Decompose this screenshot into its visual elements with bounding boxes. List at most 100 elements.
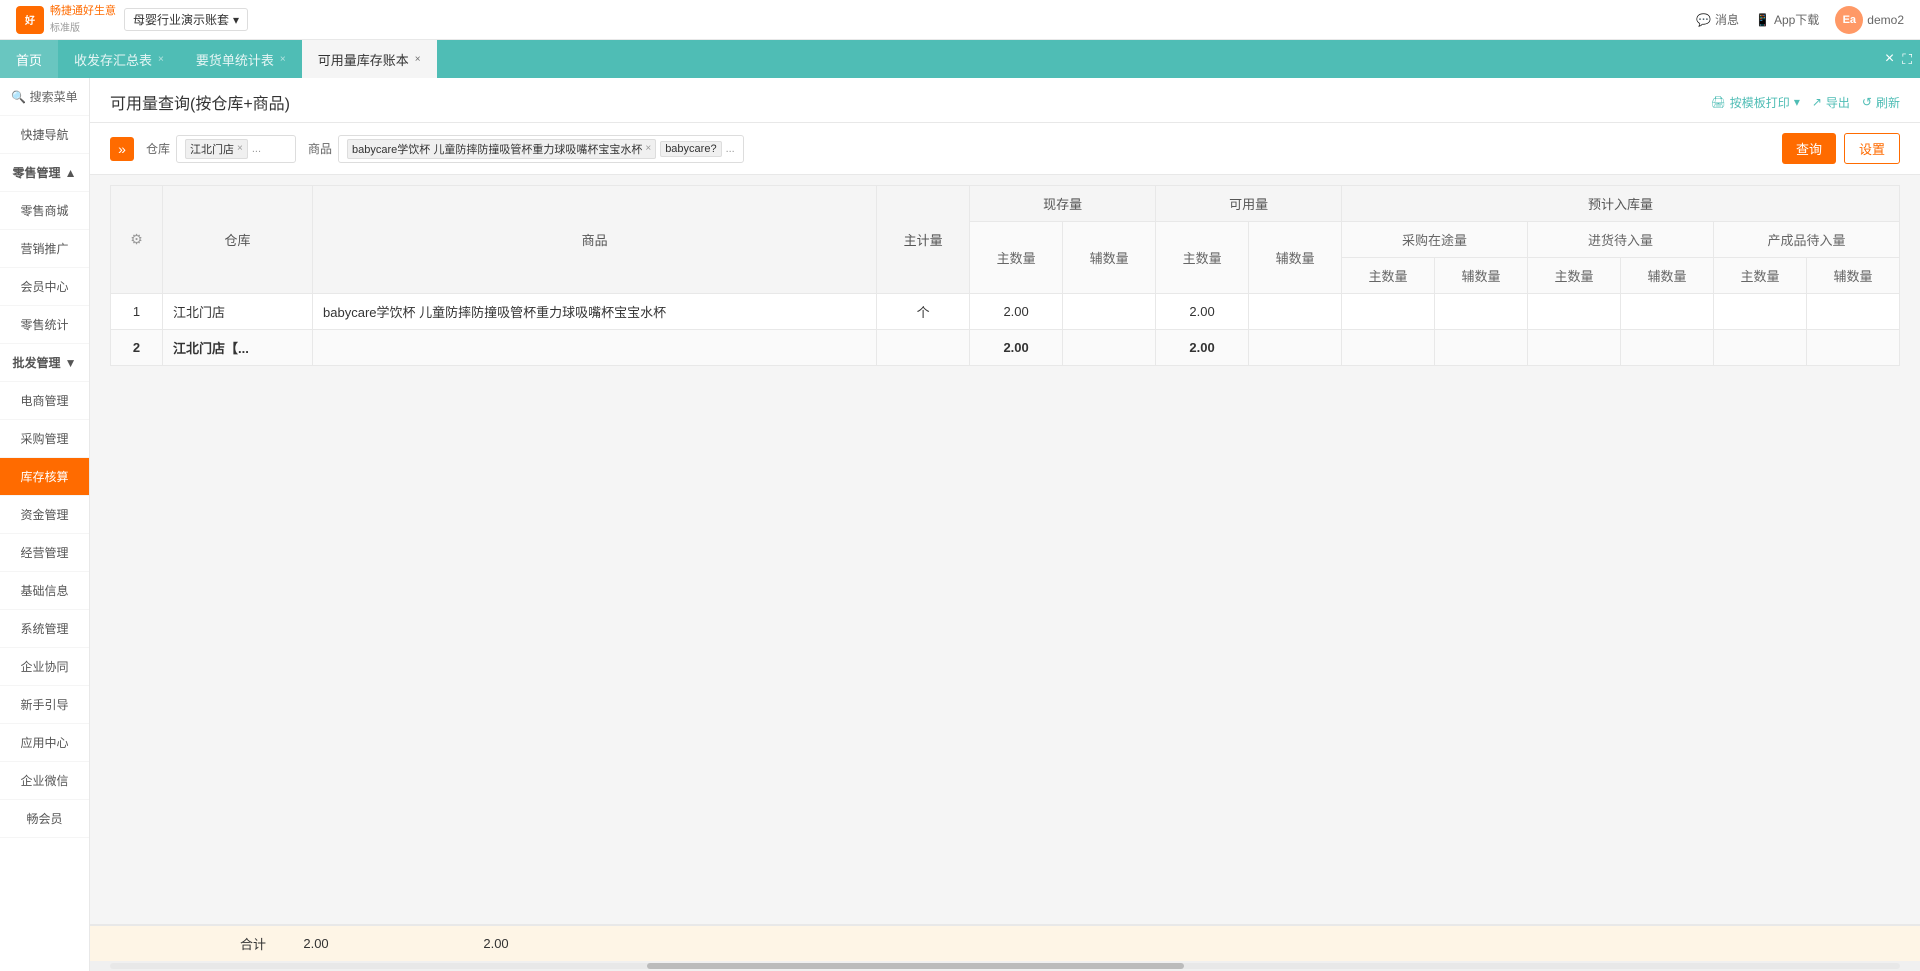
user-area[interactable]: Ea demo2 (1835, 6, 1904, 34)
col-production-main-header: 主数量 (1714, 258, 1807, 294)
filter-expand-btn[interactable]: » (110, 137, 134, 161)
query-btn[interactable]: 查询 (1782, 133, 1836, 164)
page-title: 可用量查询(按仓库+商品) (110, 90, 290, 114)
logo-icon: 好 (16, 6, 44, 34)
sidebar-item-member2[interactable]: 畅会员 (0, 800, 89, 838)
warehouse-tag-area[interactable]: 江北门店 × ... (176, 135, 296, 163)
col-available-main-header: 主数量 (1156, 222, 1249, 294)
gear-icon[interactable]: ⚙ (130, 231, 143, 247)
sidebar-item-inventory[interactable]: 库存核算 (0, 458, 89, 496)
chevron-icon: ▲ (65, 166, 77, 180)
marketing-label: 营销推广 (20, 242, 68, 256)
sidebar-item-wholesale-mgmt[interactable]: 批发管理 ▼ (0, 344, 89, 382)
row1-warehouse: 江北门店 (163, 294, 313, 330)
product-tag-1-remove[interactable]: × (645, 143, 651, 154)
sidebar-item-purchase[interactable]: 采购管理 (0, 420, 89, 458)
main-content: 可用量查询(按仓库+商品) 🖨 按模板打印 ▾ ↗ 导出 ↺ 刷新 (90, 78, 1920, 971)
tab-home[interactable]: 首页 (0, 40, 58, 78)
row1-production-aux (1806, 294, 1899, 330)
username: demo2 (1867, 13, 1904, 27)
product-filter: 商品 babycare学饮杯 儿童防摔防撞吸管杯重力球吸嘴杯宝宝水杯 × bab… (308, 135, 744, 163)
industry-label: 母婴行业演示账套 (133, 11, 229, 28)
tab-available-stock-close[interactable]: × (415, 54, 421, 65)
col-purchase-onway-header: 采购在途量 (1342, 222, 1528, 258)
close-all-tabs-btn[interactable]: × (1885, 50, 1894, 68)
col-forecast-header: 预计入库量 (1342, 186, 1900, 222)
industry-selector[interactable]: 母婴行业演示账套 ▾ (124, 8, 248, 31)
logo-text: 畅捷通好生意 (50, 5, 116, 18)
template-print-btn[interactable]: 🖨 按模板打印 ▾ (1711, 94, 1800, 111)
footer-available-main: 2.00 (446, 936, 546, 951)
sidebar-item-finance[interactable]: 资金管理 (0, 496, 89, 534)
row1-incoming-aux (1621, 294, 1714, 330)
export-btn[interactable]: ↗ 导出 (1812, 94, 1850, 111)
app-download-btn[interactable]: 📱 App下载 (1755, 11, 1819, 28)
refresh-btn[interactable]: ↺ 刷新 (1862, 94, 1900, 111)
product-more[interactable]: ... (726, 143, 735, 155)
sidebar-item-enterprise-wechat[interactable]: 企业微信 (0, 762, 89, 800)
inventory-label: 库存核算 (20, 470, 68, 484)
col-incoming-header: 进货待入量 (1528, 222, 1714, 258)
retail-mall-label: 零售商城 (20, 204, 68, 218)
message-btn[interactable]: 💬 消息 (1696, 11, 1739, 28)
sidebar-item-retail-mgmt[interactable]: 零售管理 ▲ (0, 154, 89, 192)
top-bar: 好 畅捷通好生意 标准版 母婴行业演示账套 ▾ 💬 消息 📱 App下载 Ea … (0, 0, 1920, 40)
tab-receive-summary-label: 收发存汇总表 (74, 50, 152, 69)
row1-stock-aux (1063, 294, 1156, 330)
sidebar-item-enterprise[interactable]: 企业协同 (0, 648, 89, 686)
row2-incoming-aux (1621, 330, 1714, 366)
tab-receive-summary-close[interactable]: × (158, 54, 164, 65)
sidebar-item-app-center[interactable]: 应用中心 (0, 724, 89, 762)
basic-info-label: 基础信息 (20, 584, 68, 598)
warehouse-more[interactable]: ... (252, 143, 261, 155)
table-footer: 合计 2.00 2.00 (90, 924, 1920, 961)
warehouse-filter: 仓库 江北门店 × ... (146, 135, 296, 163)
row2-warehouse: 江北门店【... (163, 330, 313, 366)
warehouse-filter-label: 仓库 (146, 140, 170, 157)
row2-available-main: 2.00 (1156, 330, 1249, 366)
fullscreen-btn[interactable]: ⛶ (1902, 51, 1912, 68)
finance-label: 资金管理 (20, 508, 68, 522)
sidebar-item-new-guide[interactable]: 新手引导 (0, 686, 89, 724)
tab-order-stats[interactable]: 要货单统计表 × (180, 40, 302, 78)
sidebar-item-operations[interactable]: 经营管理 (0, 534, 89, 572)
warehouse-tag-remove[interactable]: × (237, 143, 243, 154)
warehouse-tag-value: 江北门店 (190, 141, 234, 157)
scrollbar-thumb[interactable] (647, 963, 1184, 969)
sidebar-item-ecommerce[interactable]: 电商管理 (0, 382, 89, 420)
data-table: ⚙ 仓库 商品 主计量 现存量 可用量 预计入库量 主数量 辅数量 主数量 辅数… (110, 185, 1900, 366)
tab-available-stock-label: 可用量库存账本 (318, 50, 409, 69)
sidebar-item-sys-mgmt[interactable]: 系统管理 (0, 610, 89, 648)
product-tag-area[interactable]: babycare学饮杯 儿童防摔防撞吸管杯重力球吸嘴杯宝宝水杯 × babyca… (338, 135, 744, 163)
row1-available-aux (1249, 294, 1342, 330)
sidebar-search[interactable]: 🔍 搜索菜单 (0, 78, 89, 116)
row1-product: babycare学饮杯 儿童防摔防撞吸管杯重力球吸嘴杯宝宝水杯 (313, 294, 877, 330)
retail-mgmt-label: 零售管理 (13, 164, 61, 181)
col-warehouse-header: 仓库 (163, 186, 313, 294)
col-purchase-aux-header: 辅数量 (1435, 258, 1528, 294)
nav-tab-actions: × ⛶ (1885, 40, 1920, 78)
product-tag-2: babycare? (660, 141, 721, 157)
search-icon: 🔍 (11, 90, 26, 104)
row1-purchase-aux (1435, 294, 1528, 330)
row2-index: 2 (111, 330, 163, 366)
col-purchase-main-header: 主数量 (1342, 258, 1435, 294)
tab-available-stock[interactable]: 可用量库存账本 × (302, 40, 437, 78)
row1-purchase-main (1342, 294, 1435, 330)
sidebar-item-member[interactable]: 会员中心 (0, 268, 89, 306)
settings-btn[interactable]: 设置 (1844, 133, 1900, 164)
scrollbar-track[interactable] (110, 963, 1900, 969)
tab-order-stats-close[interactable]: × (280, 54, 286, 65)
member-label: 会员中心 (20, 280, 68, 294)
sidebar-item-retail-mall[interactable]: 零售商城 (0, 192, 89, 230)
sidebar-item-marketing[interactable]: 营销推广 (0, 230, 89, 268)
template-print-label: 按模板打印 (1730, 94, 1790, 111)
sidebar-item-quick-nav[interactable]: 快捷导航 (0, 116, 89, 154)
new-guide-label: 新手引导 (20, 698, 68, 712)
logo-sub: 标准版 (50, 19, 116, 34)
sidebar-item-basic-info[interactable]: 基础信息 (0, 572, 89, 610)
sidebar-item-retail-stats[interactable]: 零售统计 (0, 306, 89, 344)
row1-available-main: 2.00 (1156, 294, 1249, 330)
product-tag-1: babycare学饮杯 儿童防摔防撞吸管杯重力球吸嘴杯宝宝水杯 × (347, 139, 656, 159)
tab-receive-summary[interactable]: 收发存汇总表 × (58, 40, 180, 78)
